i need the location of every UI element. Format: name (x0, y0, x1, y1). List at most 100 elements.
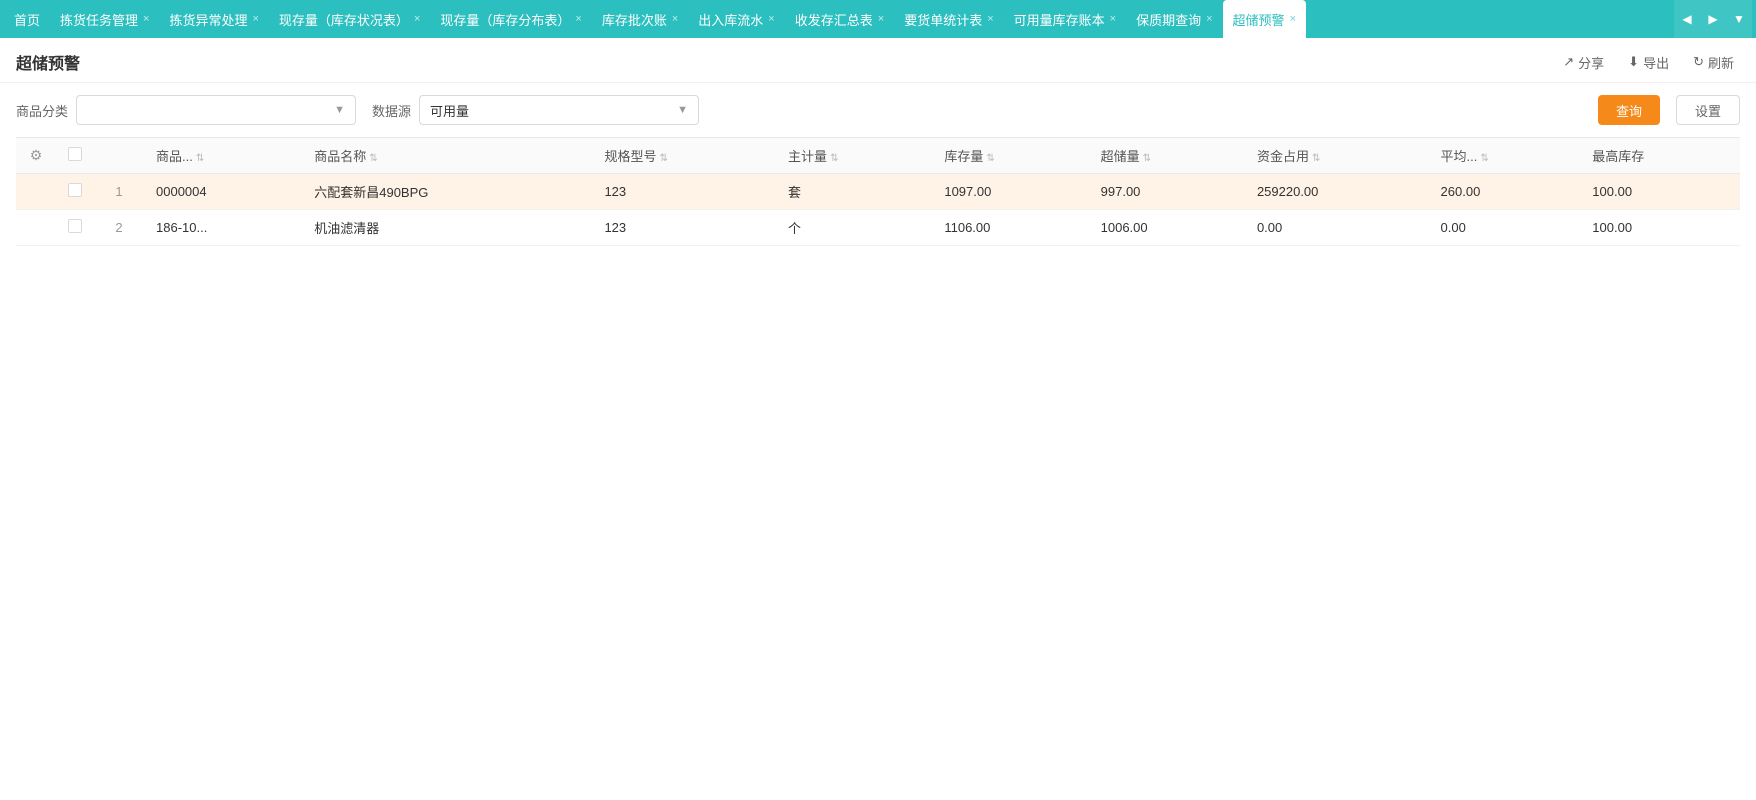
sort-icon-capital: ⇅ (1312, 153, 1320, 164)
page-title: 超储预警 (16, 50, 80, 74)
row-stock-1: 1106.00 (932, 210, 1088, 246)
nav-close-order-stats[interactable]: × (987, 13, 993, 25)
col-header-overstock[interactable]: 超储量⇅ (1089, 138, 1245, 174)
row-spec-0: 123 (592, 174, 776, 210)
row-stock-0: 1097.00 (932, 174, 1088, 210)
sort-icon-avg: ⇅ (1480, 153, 1488, 164)
export-button[interactable]: ⬇ 导出 (1622, 51, 1675, 74)
col-header-settings[interactable]: ⚙ (16, 138, 56, 174)
nav-right-arrow[interactable]: ▶ (1700, 0, 1726, 38)
datasource-filter-group: 数据源 可用量 ▼ (372, 95, 699, 125)
row-product-name-1: 机油滤清器 (302, 210, 592, 246)
nav-item-order-stats[interactable]: 要货单统计表× (894, 0, 1003, 38)
nav-item-available-stock[interactable]: 可用量库存账本× (1004, 0, 1126, 38)
category-select[interactable]: ▼ (76, 95, 356, 125)
share-icon: ↗ (1563, 54, 1574, 70)
col-header-unit[interactable]: 主计量⇅ (776, 138, 932, 174)
row-capital-1: 0.00 (1245, 210, 1429, 246)
refresh-button[interactable]: ↻ 刷新 (1687, 51, 1740, 74)
nav-item-batch-account[interactable]: 库存批次账× (592, 0, 688, 38)
datasource-label: 数据源 (372, 101, 411, 120)
nav-close-inventory-dist[interactable]: × (575, 13, 581, 25)
nav-item-home[interactable]: 首页 (4, 0, 50, 38)
page-header: 超储预警 ↗ 分享 ⬇ 导出 ↻ 刷新 (0, 38, 1756, 83)
table-row: 1 0000004 六配套新昌490BPG 123 套 1097.00 997.… (16, 174, 1740, 210)
nav-item-exception-process[interactable]: 拣货异常处理× (159, 0, 268, 38)
header-checkbox[interactable] (68, 147, 82, 161)
filter-bar: 商品分类 ▼ 数据源 可用量 ▼ 查询 设置 (0, 83, 1756, 137)
row-settings-1 (16, 210, 56, 246)
main-content: 超储预警 ↗ 分享 ⬇ 导出 ↻ 刷新 商品分类 ▼ 数据源 (0, 38, 1756, 800)
row-unit-0: 套 (776, 174, 932, 210)
category-filter-group: 商品分类 ▼ (16, 95, 356, 125)
nav-close-inout-flow[interactable]: × (768, 13, 774, 25)
row-overstock-0: 997.00 (1089, 174, 1245, 210)
col-header-spec[interactable]: 规格型号⇅ (592, 138, 776, 174)
row-check-1[interactable] (56, 210, 94, 246)
row-product-code-0: 0000004 (144, 174, 302, 210)
header-actions: ↗ 分享 ⬇ 导出 ↻ 刷新 (1557, 51, 1740, 74)
nav-left-arrow[interactable]: ◀ (1674, 0, 1700, 38)
nav-item-inventory-dist[interactable]: 现存量（库存分布表）× (430, 0, 591, 38)
nav-bar: 首页拣货任务管理×拣货异常处理×现存量（库存状况表）×现存量（库存分布表）×库存… (0, 0, 1756, 38)
col-header-product-name[interactable]: 商品名称⇅ (302, 138, 592, 174)
row-capital-0: 259220.00 (1245, 174, 1429, 210)
datasource-value: 可用量 (430, 101, 469, 120)
row-unit-1: 个 (776, 210, 932, 246)
nav-item-task-mgmt[interactable]: 拣货任务管理× (50, 0, 159, 38)
refresh-icon: ↻ (1693, 54, 1704, 70)
nav-close-exception-process[interactable]: × (252, 13, 258, 25)
col-header-stock[interactable]: 库存量⇅ (932, 138, 1088, 174)
row-avg-1: 0.00 (1429, 210, 1581, 246)
table-container: ⚙ 商品...⇅ 商品名称⇅ 规格型号⇅ (0, 137, 1756, 246)
nav-item-inout-flow[interactable]: 出入库流水× (688, 0, 784, 38)
row-checkbox-0[interactable] (68, 183, 82, 197)
table-header-row: ⚙ 商品...⇅ 商品名称⇅ 规格型号⇅ (16, 138, 1740, 174)
nav-item-quality-check[interactable]: 保质期查询× (1126, 0, 1222, 38)
nav-item-collect-summary[interactable]: 收发存汇总表× (785, 0, 894, 38)
nav-close-overstock-warning[interactable]: × (1290, 13, 1296, 25)
table-row: 2 186-10... 机油滤清器 123 个 1106.00 1006.00 … (16, 210, 1740, 246)
row-avg-0: 260.00 (1429, 174, 1581, 210)
sort-icon-unit: ⇅ (830, 153, 838, 164)
row-num-0: 1 (94, 174, 144, 210)
nav-close-inventory-status[interactable]: × (414, 13, 420, 25)
nav-close-batch-account[interactable]: × (672, 13, 678, 25)
export-icon: ⬇ (1628, 54, 1639, 70)
nav-item-inventory-status[interactable]: 现存量（库存状况表）× (269, 0, 430, 38)
data-table: ⚙ 商品...⇅ 商品名称⇅ 规格型号⇅ (16, 137, 1740, 246)
nav-close-collect-summary[interactable]: × (878, 13, 884, 25)
row-product-name-0: 六配套新昌490BPG (302, 174, 592, 210)
sort-icon-stock: ⇅ (986, 153, 994, 164)
nav-close-task-mgmt[interactable]: × (143, 13, 149, 25)
category-dropdown-arrow: ▼ (334, 104, 345, 116)
row-spec-1: 123 (592, 210, 776, 246)
col-header-num (94, 138, 144, 174)
category-label: 商品分类 (16, 101, 68, 120)
row-checkbox-1[interactable] (68, 219, 82, 233)
sort-icon-overstock: ⇅ (1143, 153, 1151, 164)
row-num-1: 2 (94, 210, 144, 246)
nav-item-overstock-warning[interactable]: 超储预警× (1223, 0, 1306, 38)
nav-close-available-stock[interactable]: × (1110, 13, 1116, 25)
col-header-capital[interactable]: 资金占用⇅ (1245, 138, 1429, 174)
sort-icon-name: ⇅ (369, 153, 377, 164)
row-max-stock-1: 100.00 (1580, 210, 1740, 246)
query-button[interactable]: 查询 (1598, 95, 1660, 125)
datasource-dropdown-arrow: ▼ (677, 104, 688, 116)
share-button[interactable]: ↗ 分享 (1557, 51, 1610, 74)
settings-gear-icon[interactable]: ⚙ (30, 147, 43, 163)
row-product-code-1: 186-10... (144, 210, 302, 246)
row-settings-0 (16, 174, 56, 210)
nav-close-quality-check[interactable]: × (1206, 13, 1212, 25)
col-header-product-code[interactable]: 商品...⇅ (144, 138, 302, 174)
sort-icon-code: ⇅ (196, 153, 204, 164)
row-max-stock-0: 100.00 (1580, 174, 1740, 210)
datasource-select[interactable]: 可用量 ▼ (419, 95, 699, 125)
nav-more-arrow[interactable]: ▼ (1726, 0, 1752, 38)
row-check-0[interactable] (56, 174, 94, 210)
col-header-avg[interactable]: 平均...⇅ (1429, 138, 1581, 174)
settings-button[interactable]: 设置 (1676, 95, 1740, 125)
sort-icon-spec: ⇅ (659, 153, 667, 164)
col-header-check[interactable] (56, 138, 94, 174)
